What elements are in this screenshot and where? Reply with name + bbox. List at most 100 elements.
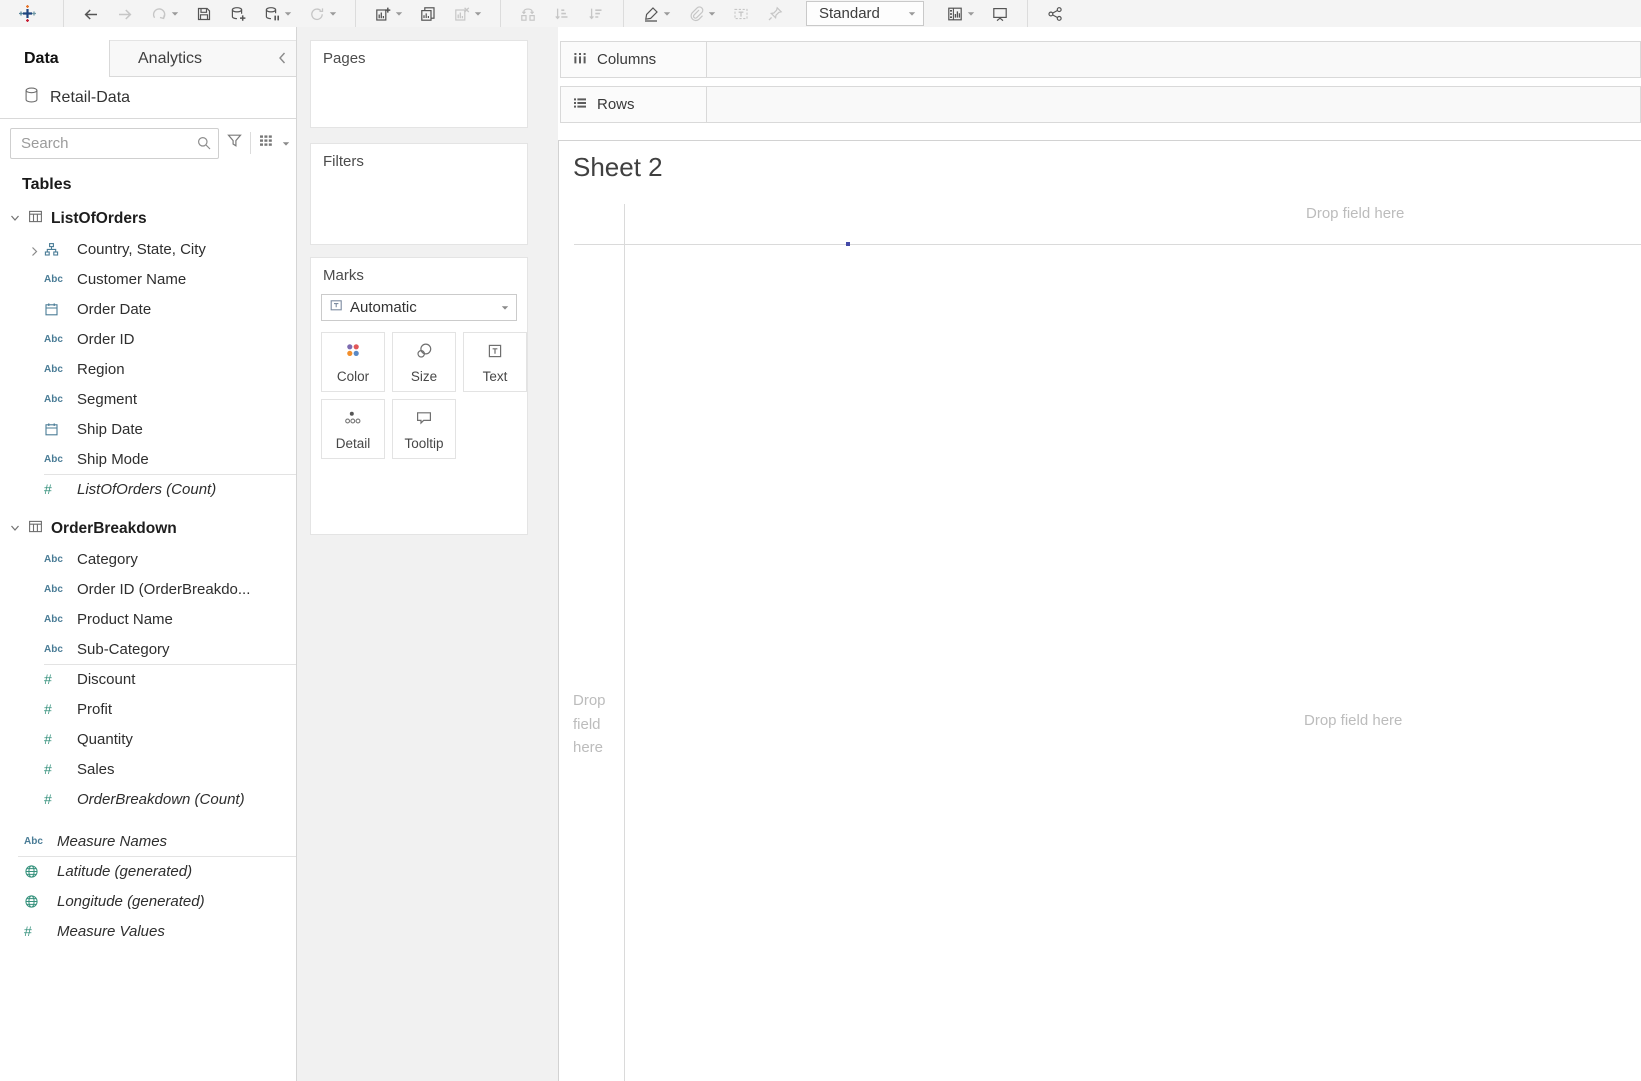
calendar-icon (44, 302, 68, 317)
abc-icon: Abc (44, 553, 63, 565)
view-options-icon[interactable] (258, 133, 275, 153)
data-pane-tabs: Data Analytics (0, 40, 296, 77)
collapse-chevron-icon[interactable] (10, 520, 20, 538)
field-country-state-city[interactable]: Country, State, City (0, 234, 296, 264)
show-hide-cards-button[interactable] (938, 0, 983, 27)
table-group-listoforders[interactable]: ListOfOrders (0, 204, 296, 234)
field-product-name[interactable]: Abc Product Name (0, 604, 296, 634)
field-measure-values[interactable]: # Measure Values (0, 916, 296, 946)
table-group-orderbreakdown[interactable]: OrderBreakdown (0, 514, 296, 544)
field-order-id[interactable]: Abc Order ID (0, 324, 296, 354)
marks-color-button[interactable]: Color (321, 332, 385, 392)
group-members-caret-icon[interactable] (708, 11, 716, 17)
pause-auto-updates-button[interactable] (255, 0, 300, 27)
dropzone-rows-hint[interactable]: Drop field here (573, 689, 625, 760)
view-options-caret-icon[interactable] (282, 134, 290, 152)
field-customer-name[interactable]: Abc Customer Name (0, 264, 296, 294)
marks-text-button[interactable]: Text (463, 332, 527, 392)
columns-shelf[interactable]: Columns (560, 41, 1641, 78)
marks-tooltip-button[interactable]: Tooltip (392, 399, 456, 459)
abc-icon: Abc (44, 453, 63, 465)
field-latitude-generated[interactable]: Latitude (generated) (0, 856, 296, 886)
dropzone-columns-hint[interactable]: Drop field here (1306, 205, 1404, 222)
field-listoforders-count[interactable]: # ListOfOrders (Count) (0, 474, 296, 504)
toolbar-separator (1027, 0, 1028, 27)
columns-shelf-dropzone[interactable] (707, 42, 1640, 77)
field-region[interactable]: Abc Region (0, 354, 296, 384)
detail-icon (343, 408, 363, 433)
pause-auto-updates-caret-icon[interactable] (284, 11, 292, 17)
axis-line-vertical (624, 204, 625, 1081)
number-icon: # (44, 481, 52, 497)
replay-caret-icon[interactable] (171, 11, 179, 17)
rows-shelf[interactable]: Rows (560, 86, 1641, 123)
globe-icon (24, 864, 48, 879)
number-icon: # (24, 923, 32, 939)
clear-sheet-caret-icon[interactable] (474, 11, 482, 17)
pages-card[interactable]: Pages (310, 40, 528, 128)
abc-icon: Abc (44, 613, 63, 625)
datasource-row[interactable]: Retail-Data (0, 77, 296, 119)
clear-sheet-icon (453, 5, 471, 23)
field-category[interactable]: Abc Category (0, 544, 296, 574)
text-icon (485, 341, 505, 366)
duplicate-sheet-button[interactable] (411, 0, 445, 27)
search-row (0, 124, 296, 162)
field-label: Category (77, 550, 138, 568)
number-icon: # (44, 701, 52, 717)
rows-shelf-dropzone[interactable] (707, 87, 1640, 122)
clear-sheet-button (445, 0, 490, 27)
field-order-id-orderbreakdo[interactable]: Abc Order ID (OrderBreakdo... (0, 574, 296, 604)
field-segment[interactable]: Abc Segment (0, 384, 296, 414)
sheet-title[interactable]: Sheet 2 (573, 152, 663, 183)
search-icon (196, 135, 212, 156)
dropzone-canvas-hint[interactable]: Drop field here (1304, 712, 1402, 729)
search-input[interactable] (11, 134, 218, 152)
highlight-button[interactable] (634, 0, 679, 27)
field-order-date[interactable]: Order Date (0, 294, 296, 324)
sort-ascending-button (545, 0, 579, 27)
new-worksheet-button[interactable] (366, 0, 411, 27)
show-hide-cards-caret-icon[interactable] (967, 11, 975, 17)
marks-detail-button[interactable]: Detail (321, 399, 385, 459)
marks-button-label: Size (410, 368, 438, 384)
undo-button[interactable] (74, 0, 108, 27)
tab-analytics[interactable]: Analytics (110, 40, 296, 77)
tableau-app: Standard Data Analytics Retail-Data Sear… (0, 0, 1641, 1081)
new-datasource-button[interactable] (221, 0, 255, 27)
field-quantity[interactable]: # Quantity (0, 724, 296, 754)
table-group-label: OrderBreakdown (51, 520, 177, 537)
field-ship-mode[interactable]: Abc Ship Mode (0, 444, 296, 474)
abc-icon: Abc (44, 393, 63, 405)
database-icon (24, 87, 39, 108)
field-ship-date[interactable]: Ship Date (0, 414, 296, 444)
field-discount[interactable]: # Discount (0, 664, 296, 694)
field-orderbreakdown-count[interactable]: # OrderBreakdown (Count) (0, 784, 296, 814)
field-longitude-generated[interactable]: Longitude (generated) (0, 886, 296, 916)
field-profit[interactable]: # Profit (0, 694, 296, 724)
duplicate-sheet-icon (419, 5, 437, 23)
rows-shelf-label: Rows (561, 87, 707, 122)
fit-mode-caret-icon (908, 11, 916, 17)
marks-size-button[interactable]: Size (392, 332, 456, 392)
tab-data[interactable]: Data (0, 40, 110, 77)
show-mark-labels-button (724, 0, 758, 27)
share-button[interactable] (1038, 0, 1072, 27)
save-button[interactable] (187, 0, 221, 27)
marks-card-title: Marks (323, 267, 364, 284)
collapse-pane-icon[interactable] (277, 51, 287, 70)
run-update-caret-icon[interactable] (329, 11, 337, 17)
presentation-mode-button[interactable] (983, 0, 1017, 27)
fit-mode-dropdown[interactable]: Standard (806, 1, 924, 26)
field-sub-category[interactable]: Abc Sub-Category (0, 634, 296, 664)
expand-chevron-icon[interactable] (30, 244, 39, 261)
mark-type-dropdown[interactable]: Automatic (321, 294, 517, 321)
field-measure-names[interactable]: Abc Measure Names (0, 826, 296, 856)
new-worksheet-caret-icon[interactable] (395, 11, 403, 17)
filters-card[interactable]: Filters (310, 143, 528, 245)
collapse-chevron-icon[interactable] (10, 210, 20, 228)
number-icon: # (44, 671, 52, 687)
field-sales[interactable]: # Sales (0, 754, 296, 784)
filter-fields-icon[interactable] (226, 132, 243, 154)
highlight-caret-icon[interactable] (663, 11, 671, 17)
